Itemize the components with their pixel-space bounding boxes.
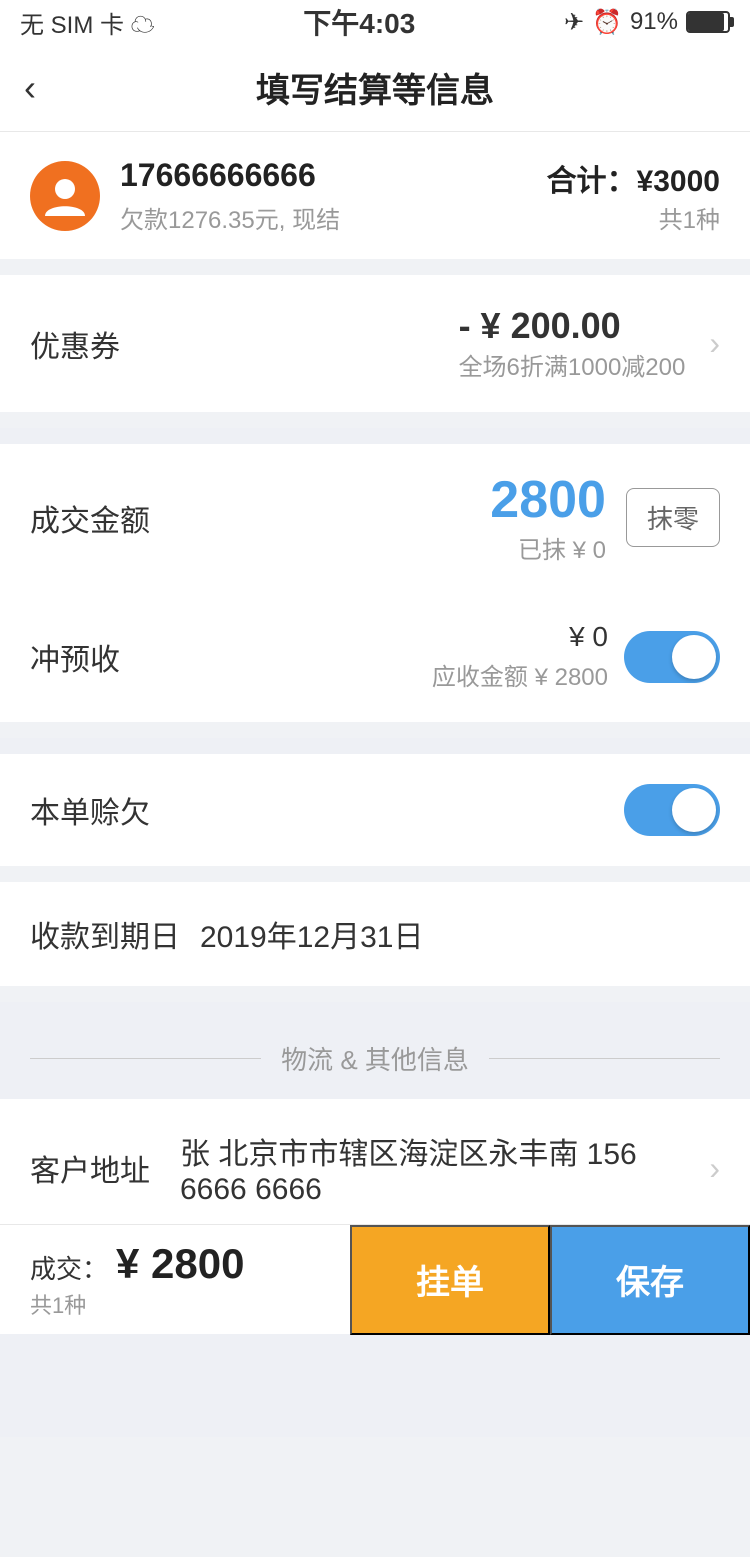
- discount-label: 优惠券: [30, 322, 120, 366]
- amount-right: 2800 已抹 ¥ 0 抹零: [490, 470, 720, 565]
- address-label: 客户地址: [30, 1146, 150, 1190]
- amount-row: 成交金额 2800 已抹 ¥ 0 抹零: [0, 444, 750, 591]
- deal-amount-sub: 已抹 ¥ 0: [490, 530, 606, 565]
- prepay-label: 冲预收: [30, 635, 120, 679]
- logistics-divider: 物流 & 其他信息: [0, 1018, 750, 1099]
- prepay-amount: ¥ 0: [569, 621, 608, 653]
- customer-left: 17666666666 欠款1276.35元, 现结: [30, 157, 340, 235]
- deal-amount-section: 成交金额 2800 已抹 ¥ 0 抹零 冲预收 ¥ 0 应收金额 ¥ 2800: [0, 444, 750, 722]
- content: 17666666666 欠款1276.35元, 现结 合计：¥3000 共1种 …: [0, 132, 750, 1557]
- discount-values: - ¥ 200.00 全场6折满1000减200: [459, 305, 686, 382]
- status-bar: 无 SIM 卡 ☁ 下午4:03 ✈ ⏰ 91%: [0, 0, 750, 44]
- bottom-bar: 成交： ¥ 2800 共1种 挂单 保存: [0, 1224, 750, 1334]
- debt-row: 本单赊欠: [0, 754, 750, 866]
- debt-section: 本单赊欠: [0, 754, 750, 866]
- prepay-row: 冲预收 ¥ 0 应收金额 ¥ 2800: [0, 591, 750, 722]
- amount-number-block: 2800 已抹 ¥ 0: [490, 470, 606, 565]
- bottom-deal-amount: ¥ 2800: [116, 1240, 244, 1288]
- debt-toggle[interactable]: [624, 784, 720, 836]
- prepay-values: ¥ 0 应收金额 ¥ 2800: [432, 621, 608, 692]
- page-title: 填写结算等信息: [256, 63, 494, 112]
- save-button[interactable]: 保存: [550, 1225, 750, 1335]
- prepay-toggle[interactable]: [624, 631, 720, 683]
- status-time: 下午4:03: [303, 2, 415, 42]
- status-right: ✈ ⏰ 91%: [564, 8, 730, 37]
- customer-card: 17666666666 欠款1276.35元, 现结 合计：¥3000 共1种: [0, 132, 750, 259]
- bottom-count: 共1种: [30, 1288, 320, 1320]
- deal-amount-number: 2800: [490, 470, 606, 530]
- address-row[interactable]: 客户地址 张 北京市市辖区海淀区永丰南 156 6666 6666 ›: [0, 1099, 750, 1237]
- divider-line-left: [30, 1058, 261, 1059]
- pending-button[interactable]: 挂单: [350, 1225, 550, 1335]
- due-date-label: 收款到期日: [30, 912, 180, 956]
- debt-label: 本单赊欠: [30, 788, 150, 832]
- status-left: 无 SIM 卡 ☁: [20, 5, 155, 40]
- customer-right: 合计：¥3000 共1种: [547, 156, 720, 235]
- battery-icon: [686, 11, 730, 33]
- deal-amount-label: 成交金额: [30, 496, 150, 540]
- bottom-summary: 成交： ¥ 2800 共1种: [0, 1240, 350, 1320]
- customer-phone: 17666666666: [120, 157, 340, 194]
- due-date-row: 收款到期日 2019年12月31日: [0, 882, 750, 986]
- discount-detail: 全场6折满1000减200: [459, 347, 686, 382]
- battery-percent: 91%: [630, 8, 678, 36]
- address-value: 张 北京市市辖区海淀区永丰南 156 6666 6666: [180, 1129, 701, 1207]
- total-count: 共1种: [547, 200, 720, 235]
- toggle-knob: [672, 635, 716, 679]
- back-button[interactable]: ‹: [24, 67, 36, 109]
- separator-3: [0, 1002, 750, 1018]
- due-date-value: 2019年12月31日: [200, 912, 423, 956]
- debt-toggle-knob: [672, 788, 716, 832]
- discount-section: 优惠券 - ¥ 200.00 全场6折满1000减200 ›: [0, 275, 750, 412]
- prepay-receivable: 应收金额 ¥ 2800: [432, 657, 608, 692]
- separator-1: [0, 428, 750, 444]
- prepay-right: ¥ 0 应收金额 ¥ 2800: [432, 621, 720, 692]
- customer-info: 17666666666 欠款1276.35元, 现结: [120, 157, 340, 235]
- alarm-icon: ⏰: [592, 8, 622, 37]
- divider-line-right: [489, 1058, 720, 1059]
- nav-bar: ‹ 填写结算等信息: [0, 44, 750, 132]
- discount-row[interactable]: 优惠券 - ¥ 200.00 全场6折满1000减200 ›: [0, 275, 750, 412]
- separator-2: [0, 738, 750, 754]
- signal-text: 无 SIM 卡 ☁: [20, 5, 155, 40]
- bottom-deal-line: 成交： ¥ 2800: [30, 1240, 320, 1288]
- bottom-deal-label: 成交：: [30, 1249, 108, 1286]
- location-icon: ✈: [564, 8, 584, 37]
- avatar: [30, 161, 100, 231]
- chevron-right-icon: ›: [709, 325, 720, 362]
- logistics-label: 物流 & 其他信息: [281, 1040, 469, 1077]
- total-amount: 合计：¥3000: [547, 156, 720, 200]
- round-button[interactable]: 抹零: [626, 488, 720, 547]
- address-chevron-icon: ›: [709, 1150, 720, 1187]
- debt-right: [624, 784, 720, 836]
- discount-right: - ¥ 200.00 全场6折满1000减200 ›: [459, 305, 720, 382]
- customer-debt: 欠款1276.35元, 现结: [120, 200, 340, 235]
- discount-amount: - ¥ 200.00: [459, 305, 686, 347]
